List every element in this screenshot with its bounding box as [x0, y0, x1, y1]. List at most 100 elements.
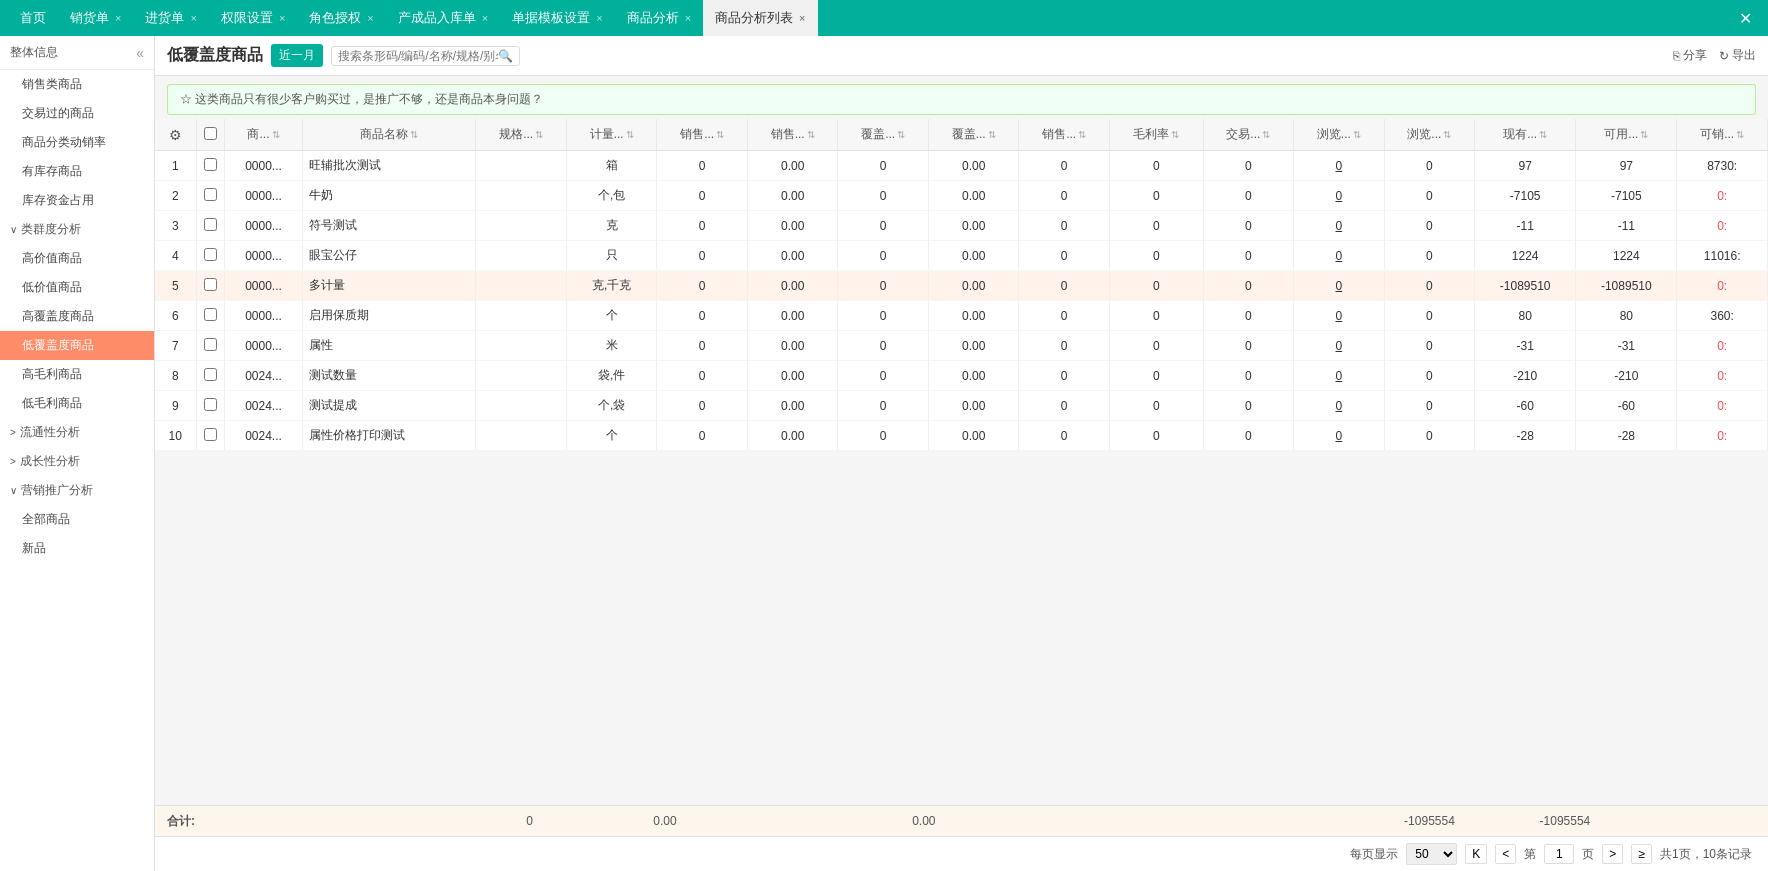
sidebar-item-交易过的商品[interactable]: 交易过的商品: [0, 99, 154, 128]
last-page-button[interactable]: ≥: [1631, 844, 1652, 864]
time-filter-button[interactable]: 近一月: [271, 44, 323, 67]
tab-close-icon[interactable]: ×: [799, 12, 805, 24]
next-page-button[interactable]: >: [1602, 844, 1623, 864]
row-checkbox[interactable]: [196, 421, 224, 451]
col-header-trade[interactable]: 交易...⇅: [1203, 119, 1294, 151]
window-close-button[interactable]: ✕: [1731, 9, 1760, 28]
nav-tab-首页[interactable]: 首页: [8, 0, 58, 36]
sidebar-section-成长性分析[interactable]: >成长性分析: [0, 447, 154, 476]
tab-close-icon[interactable]: ×: [596, 12, 602, 24]
col-header-view2[interactable]: 浏览...⇅: [1384, 119, 1475, 151]
column-settings-icon[interactable]: ⚙: [169, 127, 182, 143]
row-cover1: 0: [838, 151, 929, 181]
col-header-cover2[interactable]: 覆盖...⇅: [928, 119, 1019, 151]
sidebar-collapse-icon[interactable]: «: [136, 45, 144, 61]
row-sales2: 0.00: [747, 331, 838, 361]
row-view1[interactable]: 0: [1294, 271, 1385, 301]
row-name: 属性价格打印测试: [303, 421, 476, 451]
tab-close-icon[interactable]: ×: [482, 12, 488, 24]
row-view1[interactable]: 0: [1294, 181, 1385, 211]
col-header-current[interactable]: 现有...⇅: [1475, 119, 1576, 151]
col-header-code[interactable]: 商...⇅: [224, 119, 303, 151]
nav-tab-进货单[interactable]: 进货单×: [133, 0, 208, 36]
row-view1[interactable]: 0: [1294, 421, 1385, 451]
row-checkbox[interactable]: [196, 301, 224, 331]
col-header-sellable[interactable]: 可销...⇅: [1677, 119, 1768, 151]
col-header-cover1[interactable]: 覆盖...⇅: [838, 119, 929, 151]
col-header-name[interactable]: 商品名称⇅: [303, 119, 476, 151]
col-header-unit[interactable]: 计量...⇅: [566, 119, 657, 151]
sidebar-item-商品分类动销率[interactable]: 商品分类动销率: [0, 128, 154, 157]
col-header-spec[interactable]: 规格...⇅: [476, 119, 567, 151]
nav-tab-商品分析[interactable]: 商品分析×: [615, 0, 703, 36]
row-checkbox[interactable]: [196, 271, 224, 301]
sidebar-item-高覆盖度商品[interactable]: 高覆盖度商品: [0, 302, 154, 331]
col-header-sales1[interactable]: 销售...⇅: [657, 119, 748, 151]
page-number-input[interactable]: [1544, 844, 1574, 864]
col-header-view1[interactable]: 浏览...⇅: [1294, 119, 1385, 151]
row-spec: [476, 211, 567, 241]
sidebar-item-低毛利商品[interactable]: 低毛利商品: [0, 389, 154, 418]
first-page-button[interactable]: K: [1465, 844, 1487, 864]
share-label: 分享: [1683, 47, 1707, 64]
row-checkbox[interactable]: [196, 391, 224, 421]
tab-close-icon[interactable]: ×: [115, 12, 121, 24]
row-name: 属性: [303, 331, 476, 361]
nav-tab-角色授权[interactable]: 角色授权×: [297, 0, 385, 36]
search-input[interactable]: [338, 49, 498, 63]
col-header-available[interactable]: 可用...⇅: [1576, 119, 1677, 151]
row-view1[interactable]: 0: [1294, 361, 1385, 391]
row-view1[interactable]: 0: [1294, 391, 1385, 421]
sidebar-section-流通性分析[interactable]: >流通性分析: [0, 418, 154, 447]
row-view1[interactable]: 0: [1294, 301, 1385, 331]
tab-close-icon[interactable]: ×: [279, 12, 285, 24]
data-table: ⚙商...⇅商品名称⇅规格...⇅计量...⇅销售...⇅销售...⇅覆盖...…: [155, 119, 1768, 451]
row-current: -60: [1475, 391, 1576, 421]
row-checkbox[interactable]: [196, 211, 224, 241]
select-all-checkbox[interactable]: [204, 127, 217, 140]
sidebar-item-新品[interactable]: 新品: [0, 534, 154, 563]
share-button[interactable]: ⎘ 分享: [1673, 47, 1707, 64]
export-button[interactable]: ↻ 导出: [1719, 47, 1756, 64]
sidebar-item-库存资金占用[interactable]: 库存资金占用: [0, 186, 154, 215]
nav-tab-权限设置[interactable]: 权限设置×: [209, 0, 297, 36]
sidebar-item-低覆盖度商品[interactable]: 低覆盖度商品: [0, 331, 154, 360]
prev-page-button[interactable]: <: [1495, 844, 1516, 864]
sidebar-section-营销推广分析[interactable]: ∨营销推广分析: [0, 476, 154, 505]
row-sales1: 0: [657, 361, 748, 391]
row-view1[interactable]: 0: [1294, 331, 1385, 361]
row-sales1: 0: [657, 421, 748, 451]
sidebar-item-全部商品[interactable]: 全部商品: [0, 505, 154, 534]
col-header-sales3[interactable]: 销售...⇅: [1019, 119, 1110, 151]
table-container[interactable]: ⚙商...⇅商品名称⇅规格...⇅计量...⇅销售...⇅销售...⇅覆盖...…: [155, 119, 1768, 805]
row-checkbox[interactable]: [196, 361, 224, 391]
tab-close-icon[interactable]: ×: [367, 12, 373, 24]
sidebar-section-类群度分析[interactable]: ∨类群度分析: [0, 215, 154, 244]
row-checkbox[interactable]: [196, 151, 224, 181]
row-view1[interactable]: 0: [1294, 211, 1385, 241]
page-size-select[interactable]: 50 100 200: [1406, 843, 1457, 865]
col-header-sales2[interactable]: 销售...⇅: [747, 119, 838, 151]
sidebar-item-有库存商品[interactable]: 有库存商品: [0, 157, 154, 186]
nav-tab-产成品入库单[interactable]: 产成品入库单×: [386, 0, 500, 36]
sidebar-item-高价值商品[interactable]: 高价值商品: [0, 244, 154, 273]
row-checkbox[interactable]: [196, 241, 224, 271]
col-header-margin[interactable]: 毛利率⇅: [1109, 119, 1203, 151]
row-checkbox[interactable]: [196, 181, 224, 211]
row-unit: 克: [566, 211, 657, 241]
sidebar-item-高毛利商品[interactable]: 高毛利商品: [0, 360, 154, 389]
row-view1[interactable]: 0: [1294, 151, 1385, 181]
row-checkbox[interactable]: [196, 331, 224, 361]
tab-close-icon[interactable]: ×: [685, 12, 691, 24]
nav-tab-销货单[interactable]: 销货单×: [58, 0, 133, 36]
row-spec: [476, 301, 567, 331]
row-view1[interactable]: 0: [1294, 241, 1385, 271]
nav-tab-单据模板设置[interactable]: 单据模板设置×: [500, 0, 614, 36]
row-sales3: 0: [1019, 211, 1110, 241]
tab-close-icon[interactable]: ×: [190, 12, 196, 24]
sidebar-item-销售类商品[interactable]: 销售类商品: [0, 70, 154, 99]
search-icon[interactable]: 🔍: [498, 49, 513, 63]
content-header: 低覆盖度商品 近一月 🔍 ⎘ 分享 ↻ 导出: [155, 36, 1768, 76]
sidebar-item-低价值商品[interactable]: 低价值商品: [0, 273, 154, 302]
nav-tab-商品分析列表[interactable]: 商品分析列表×: [703, 0, 817, 36]
